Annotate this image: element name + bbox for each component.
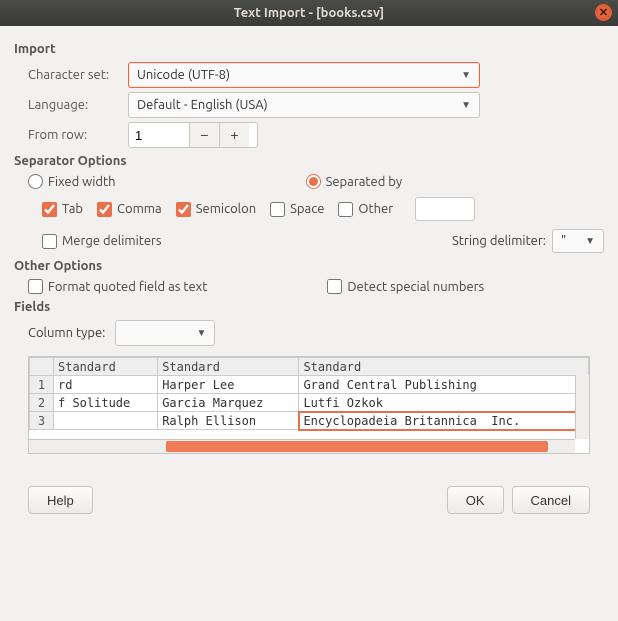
- horizontal-scrollbar[interactable]: [29, 439, 575, 453]
- space-checkbox[interactable]: Space: [270, 202, 324, 217]
- merge-delimiters-checkbox[interactable]: Merge delimiters: [42, 234, 162, 249]
- language-label: Language:: [28, 98, 128, 112]
- charset-value: Unicode (UTF-8): [137, 68, 230, 82]
- fixed-width-radio[interactable]: Fixed width: [28, 174, 116, 189]
- ok-button[interactable]: OK: [447, 486, 504, 514]
- table-row: 1 rd Harper Lee Grand Central Publishing: [30, 376, 589, 394]
- col-header[interactable]: Standard: [158, 358, 299, 376]
- import-heading: Import: [14, 42, 604, 56]
- chevron-down-icon: ▼: [585, 235, 595, 247]
- close-icon[interactable]: ✕: [595, 4, 612, 21]
- chevron-down-icon: ▼: [461, 69, 471, 81]
- fromrow-stepper[interactable]: − +: [128, 122, 258, 148]
- preview-table-wrap: Standard Standard Standard 1 rd Harper L…: [28, 356, 590, 454]
- charset-select[interactable]: Unicode (UTF-8) ▼: [128, 62, 480, 88]
- column-type-combo[interactable]: ▼: [115, 320, 215, 346]
- cancel-button[interactable]: Cancel: [512, 486, 590, 514]
- col-header[interactable]: Standard: [54, 358, 158, 376]
- titlebar: Text Import - [books.csv] ✕: [0, 0, 618, 26]
- tab-checkbox[interactable]: Tab: [42, 202, 83, 217]
- separator-heading: Separator Options: [14, 154, 604, 168]
- string-delimiter-label: String delimiter:: [452, 234, 546, 248]
- help-button[interactable]: Help: [28, 486, 93, 514]
- charset-label: Character set:: [28, 68, 128, 82]
- other-input[interactable]: [415, 197, 475, 221]
- language-value: Default - English (USA): [137, 98, 268, 112]
- chevron-down-icon: ▼: [461, 99, 471, 111]
- highlighted-cell: Encyclopadeia Britannica Inc.: [299, 412, 589, 430]
- stepper-minus-button[interactable]: −: [189, 123, 219, 147]
- chevron-down-icon: ▼: [196, 327, 206, 339]
- comma-checkbox[interactable]: Comma: [97, 202, 162, 217]
- table-row: 2 f Solitude Garcia Marquez Lutfi Ozkok: [30, 394, 589, 412]
- table-row: 3 Ralph Ellison Encyclopadeia Britannica…: [30, 412, 589, 430]
- separated-by-radio[interactable]: Separated by: [306, 174, 403, 189]
- other-checkbox[interactable]: Other: [338, 202, 393, 217]
- quoted-field-checkbox[interactable]: Format quoted field as text: [28, 279, 207, 294]
- language-select[interactable]: Default - English (USA) ▼: [128, 92, 480, 118]
- fromrow-label: From row:: [28, 128, 128, 142]
- string-delimiter-combo[interactable]: " ▼: [552, 229, 604, 253]
- fromrow-input[interactable]: [129, 123, 189, 147]
- semicolon-checkbox[interactable]: Semicolon: [176, 202, 256, 217]
- preview-table[interactable]: Standard Standard Standard 1 rd Harper L…: [29, 357, 589, 430]
- table-header-row: Standard Standard Standard: [30, 358, 589, 376]
- detect-numbers-checkbox[interactable]: Detect special numbers: [327, 279, 484, 294]
- vertical-scrollbar[interactable]: [575, 375, 589, 439]
- fields-heading: Fields: [14, 300, 604, 314]
- col-header[interactable]: Standard: [299, 358, 589, 376]
- stepper-plus-button[interactable]: +: [219, 123, 249, 147]
- other-options-heading: Other Options: [14, 259, 604, 273]
- window-title: Text Import - [books.csv]: [234, 6, 384, 20]
- column-type-label: Column type:: [28, 326, 105, 340]
